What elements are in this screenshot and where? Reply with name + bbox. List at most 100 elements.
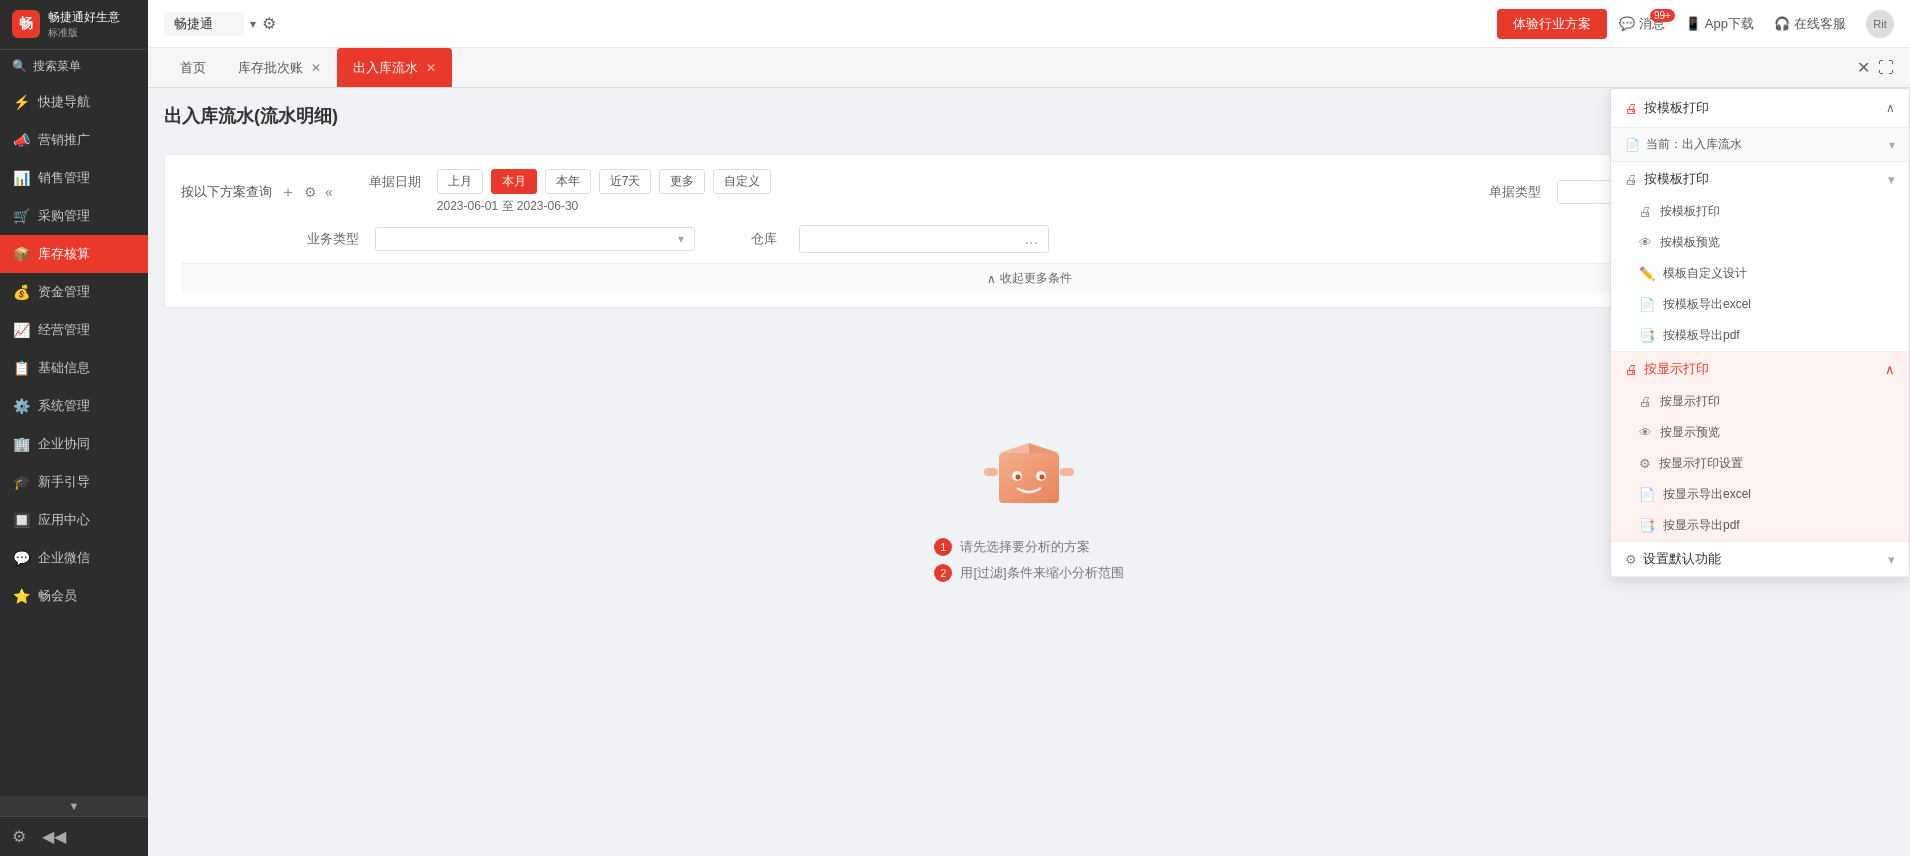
tab-close-inout[interactable]: ✕ bbox=[426, 61, 436, 75]
template-panel-header: 🖨 按模板打印 ∧ bbox=[1611, 89, 1909, 128]
sidebar-item-system[interactable]: ⚙️ 系统管理 bbox=[0, 387, 148, 425]
step-num-2: 2 bbox=[934, 564, 952, 582]
enterprise-icon: 🏢 bbox=[12, 435, 30, 453]
sidebar-item-quick-nav[interactable]: ⚡ 快捷导航 bbox=[0, 83, 148, 121]
display-pdf-icon: 📑 bbox=[1639, 518, 1655, 533]
tab-home[interactable]: 首页 bbox=[164, 48, 222, 87]
template-print-section-header[interactable]: 🖨 按模板打印 ▾ bbox=[1611, 162, 1909, 196]
date-btn-custom[interactable]: 自定义 bbox=[713, 169, 771, 194]
sidebar-item-marketing[interactable]: 📣 营销推广 bbox=[0, 121, 148, 159]
item-excel-icon: 📄 bbox=[1639, 297, 1655, 312]
basic-icon: 📋 bbox=[12, 359, 30, 377]
business-label: 业务类型 bbox=[307, 230, 367, 248]
template-print-item[interactable]: 🖨 按模板打印 bbox=[1611, 196, 1909, 227]
date-btn-more[interactable]: 更多 bbox=[659, 169, 705, 194]
search-icon: 🔍 bbox=[12, 59, 27, 73]
sidebar-navigation: ⚡ 快捷导航 📣 营销推广 📊 销售管理 🛒 采购管理 📦 库存核算 💰 资金管… bbox=[0, 83, 148, 796]
filter-business-row: 业务类型 ▾ bbox=[307, 227, 695, 251]
item-pdf-icon: 📑 bbox=[1639, 328, 1655, 343]
purchase-icon: 🛒 bbox=[12, 207, 30, 225]
current-template-arrow[interactable]: ▾ bbox=[1889, 138, 1895, 152]
industry-btn[interactable]: 体验行业方案 bbox=[1497, 9, 1607, 39]
sales-icon: 📊 bbox=[12, 169, 30, 187]
filter-warehouse-section: 仓库 ... bbox=[751, 225, 1049, 253]
empty-step-1: 1 请先选择要分析的方案 bbox=[934, 534, 1123, 560]
date-btn-this-month[interactable]: 本月 bbox=[491, 169, 537, 194]
sidebar-item-basic[interactable]: 📋 基础信息 bbox=[0, 349, 148, 387]
header-settings-icon[interactable]: ⚙ bbox=[262, 14, 276, 33]
panel-collapse-btn[interactable]: ∧ bbox=[1886, 101, 1895, 115]
sidebar-item-purchase[interactable]: 🛒 采购管理 bbox=[0, 197, 148, 235]
message-badge: 99+ bbox=[1650, 9, 1675, 22]
template-print-section-icon: 🖨 bbox=[1625, 172, 1638, 187]
warehouse-select[interactable]: ... bbox=[799, 225, 1049, 253]
sidebar-item-guide[interactable]: 🎓 新手引导 bbox=[0, 463, 148, 501]
sidebar-item-inventory[interactable]: 📦 库存核算 bbox=[0, 235, 148, 273]
main-area: 畅捷通 ▾ ⚙ 体验行业方案 💬 消息 99+ 📱 App下载 🎧 在线客服 R… bbox=[148, 0, 1910, 856]
sidebar-scroll-down[interactable]: ▼ bbox=[0, 796, 148, 816]
business-select[interactable]: ▾ bbox=[375, 227, 695, 251]
sidebar-item-finance[interactable]: 💰 资金管理 bbox=[0, 273, 148, 311]
template-excel-item[interactable]: 📄 按模板导出excel bbox=[1611, 289, 1909, 320]
template-design-item[interactable]: ✏️ 模板自定义设计 bbox=[1611, 258, 1909, 289]
sidebar-item-apps[interactable]: 🔲 应用中心 bbox=[0, 501, 148, 539]
tab-batch-account[interactable]: 库存批次账 ✕ bbox=[222, 48, 337, 87]
date-btn-this-year[interactable]: 本年 bbox=[545, 169, 591, 194]
display-print-settings-item[interactable]: ⚙ 按显示打印设置 bbox=[1611, 448, 1909, 479]
collapse-sidebar-icon[interactable]: ◀◀ bbox=[42, 827, 66, 846]
filter-add-icon[interactable]: ＋ bbox=[280, 182, 296, 203]
type-label: 单据类型 bbox=[1489, 183, 1549, 201]
empty-step-2: 2 用[过滤]条件来缩小分析范围 bbox=[934, 560, 1123, 586]
template-panel-title: 🖨 按模板打印 bbox=[1625, 99, 1709, 117]
filter-date-section: 单据日期 上月 本月 本年 近7天 更多 自定义 2023-06-01 至 20… bbox=[369, 169, 1473, 215]
app-download-btn[interactable]: 📱 App下载 bbox=[1685, 15, 1754, 33]
default-section-arrow: ▾ bbox=[1888, 552, 1895, 567]
tab-inout-flow[interactable]: 出入库流水 ✕ bbox=[337, 48, 452, 87]
filter-settings-icon[interactable]: ⚙ bbox=[304, 184, 317, 200]
panel-section-display-print: 🖨 按显示打印 ∧ 🖨 按显示打印 👁 按显示预览 ⚙ 按显示打印设置 bbox=[1611, 352, 1909, 542]
messages-btn[interactable]: 💬 消息 99+ bbox=[1619, 15, 1665, 33]
top-header: 畅捷通 ▾ ⚙ 体验行业方案 💬 消息 99+ 📱 App下载 🎧 在线客服 R… bbox=[148, 0, 1910, 48]
default-section-header[interactable]: ⚙ 设置默认功能 ▾ bbox=[1611, 542, 1909, 576]
avatar[interactable]: Rit bbox=[1866, 10, 1894, 38]
member-icon: ⭐ bbox=[12, 587, 30, 605]
panel-section-default: ⚙ 设置默认功能 ▾ bbox=[1611, 542, 1909, 577]
download-icon: 📱 bbox=[1685, 16, 1701, 31]
template-print-section-arrow: ▾ bbox=[1888, 172, 1895, 187]
filter-label-row: 按以下方案查询 ＋ ⚙ « bbox=[181, 182, 333, 203]
tab-close-batch[interactable]: ✕ bbox=[311, 61, 321, 75]
header-dropdown-icon[interactable]: ▾ bbox=[250, 17, 256, 31]
sidebar-search[interactable]: 🔍 搜索菜单 bbox=[0, 50, 148, 83]
date-btn-7days[interactable]: 近7天 bbox=[599, 169, 652, 194]
sidebar-item-wechat[interactable]: 💬 企业微信 bbox=[0, 539, 148, 577]
maximize-icon[interactable]: ⛶ bbox=[1878, 59, 1894, 77]
template-pdf-item[interactable]: 📑 按模板导出pdf bbox=[1611, 320, 1909, 351]
display-excel-item[interactable]: 📄 按显示导出excel bbox=[1611, 479, 1909, 510]
display-pdf-item[interactable]: 📑 按显示导出pdf bbox=[1611, 510, 1909, 541]
sidebar-item-sales[interactable]: 📊 销售管理 bbox=[0, 159, 148, 197]
sidebar-logo: 畅 畅捷通好生意 标准版 bbox=[0, 0, 148, 50]
template-preview-item[interactable]: 👁 按模板预览 bbox=[1611, 227, 1909, 258]
guide-icon: 🎓 bbox=[12, 473, 30, 491]
current-template-icon: 📄 bbox=[1625, 138, 1640, 152]
date-btn-last-month[interactable]: 上月 bbox=[437, 169, 483, 194]
sidebar-item-operations[interactable]: 📈 经营管理 bbox=[0, 311, 148, 349]
sidebar-item-member[interactable]: ⭐ 畅会员 bbox=[0, 577, 148, 615]
display-settings-icon: ⚙ bbox=[1639, 456, 1651, 471]
display-print-section-header[interactable]: 🖨 按显示打印 ∧ bbox=[1611, 352, 1909, 386]
message-icon: 💬 bbox=[1619, 16, 1635, 31]
warehouse-label: 仓库 bbox=[751, 230, 791, 248]
filter-collapse-icon[interactable]: « bbox=[325, 184, 333, 200]
filter-label: 按以下方案查询 bbox=[181, 183, 272, 201]
filter-date-row: 单据日期 上月 本月 本年 近7天 更多 自定义 bbox=[369, 169, 1473, 194]
display-print-item[interactable]: 🖨 按显示打印 bbox=[1611, 386, 1909, 417]
scroll-down-icon: ▼ bbox=[69, 800, 80, 812]
display-preview-item[interactable]: 👁 按显示预览 bbox=[1611, 417, 1909, 448]
tab-bar: 首页 库存批次账 ✕ 出入库流水 ✕ ✕ ⛶ bbox=[148, 48, 1910, 88]
sidebar-item-enterprise[interactable]: 🏢 企业协同 bbox=[0, 425, 148, 463]
close-tab-icon[interactable]: ✕ bbox=[1857, 58, 1870, 77]
online-service-btn[interactable]: 🎧 在线客服 bbox=[1774, 15, 1846, 33]
sidebar: 畅 畅捷通好生意 标准版 🔍 搜索菜单 ⚡ 快捷导航 📣 营销推广 📊 销售管理… bbox=[0, 0, 148, 856]
item-design-icon: ✏️ bbox=[1639, 266, 1655, 281]
settings-icon[interactable]: ⚙ bbox=[12, 827, 26, 846]
